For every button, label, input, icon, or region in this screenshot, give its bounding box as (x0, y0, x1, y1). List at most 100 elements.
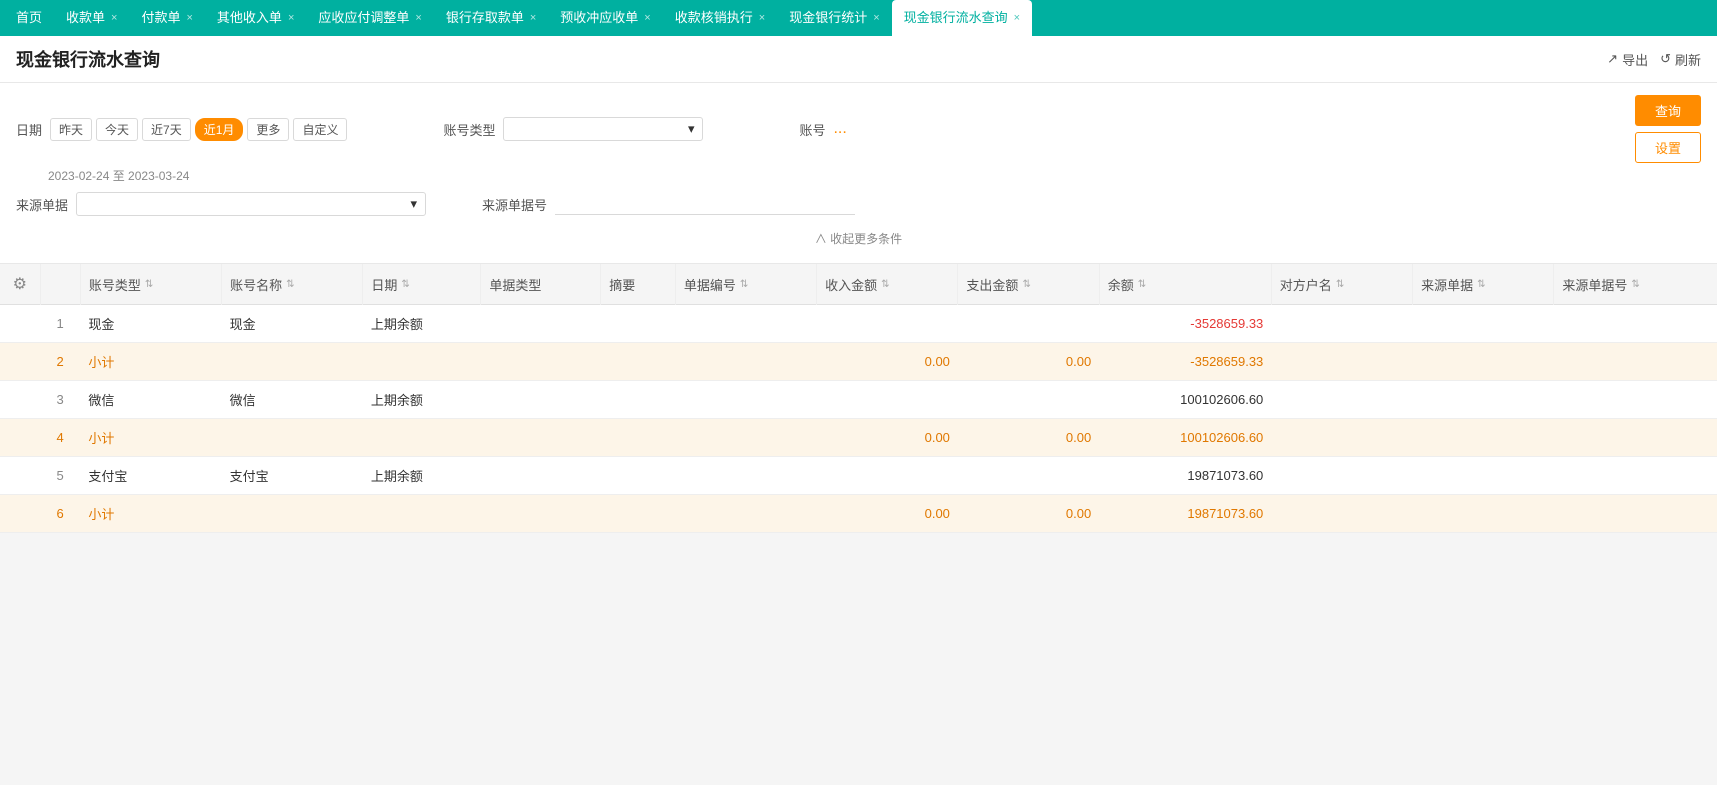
cell-source-doc (1413, 495, 1554, 533)
source-doc-label: 来源单据 (16, 195, 68, 214)
cell-doc-type (481, 305, 601, 343)
col-source-doc[interactable]: 来源单据⇅ (1413, 264, 1554, 305)
cell-doc-no (675, 343, 816, 381)
cell-income: 0.00 (817, 343, 958, 381)
col-date[interactable]: 日期⇅ (363, 264, 481, 305)
table-row[interactable]: 4 小计 0.00 0.00 100102606.60 (0, 419, 1717, 457)
cell-date (363, 495, 481, 533)
source-doc-select[interactable]: ▾ (76, 192, 426, 216)
main-table: ⚙ 账号类型⇅ 账号名称⇅ 日期⇅ 单据类型 摘要 (0, 264, 1717, 533)
cell-income (817, 305, 958, 343)
cell-source-doc (1413, 381, 1554, 419)
account-ellipsis-button[interactable]: ... (833, 120, 846, 138)
table-settings-icon[interactable]: ⚙ (13, 276, 27, 293)
cell-doc-type (481, 419, 601, 457)
col-num (40, 264, 80, 305)
nav-close-icon[interactable]: × (873, 0, 879, 36)
cell-date: 上期余额 (363, 457, 481, 495)
cell-empty (0, 495, 40, 533)
nav-yingshouyingfu[interactable]: 应收应付调整单 × (306, 0, 433, 36)
col-account-type[interactable]: 账号类型⇅ (80, 264, 221, 305)
cell-account-name: 支付宝 (222, 457, 363, 495)
nav-label: 应收应付调整单 (318, 0, 409, 36)
table-row[interactable]: 6 小计 0.00 0.00 19871073.60 (0, 495, 1717, 533)
nav-xianjinyinhang-tongji[interactable]: 现金银行统计 × (777, 0, 891, 36)
col-expense[interactable]: 支出金额⇅ (958, 264, 1099, 305)
cell-source-doc (1413, 305, 1554, 343)
col-counterparty[interactable]: 对方户名⇅ (1271, 264, 1412, 305)
cell-counterparty (1271, 419, 1412, 457)
cell-empty (0, 457, 40, 495)
cell-balance: 19871073.60 (1099, 457, 1271, 495)
nav-home[interactable]: 首页 (4, 0, 54, 36)
sort-icon: ⇅ (1477, 279, 1485, 290)
table-row[interactable]: 2 小计 0.00 0.00 -3528659.33 (0, 343, 1717, 381)
cell-source-doc-no (1554, 419, 1717, 457)
nav-close-icon[interactable]: × (186, 0, 192, 36)
cell-source-doc (1413, 343, 1554, 381)
cell-num: 5 (40, 457, 80, 495)
nav-close-icon[interactable]: × (111, 0, 117, 36)
page-header: 现金银行流水查询 ↗ 导出 ↺ 刷新 (0, 36, 1717, 83)
col-income[interactable]: 收入金额⇅ (817, 264, 958, 305)
date-btn-yesterday[interactable]: 昨天 (50, 118, 92, 141)
col-doc-no[interactable]: 单据编号⇅ (675, 264, 816, 305)
cell-doc-no (675, 305, 816, 343)
table-row[interactable]: 3 微信 微信 上期余额 100102606.60 (0, 381, 1717, 419)
cell-account-type: 支付宝 (80, 457, 221, 495)
cell-account-type: 微信 (80, 381, 221, 419)
cell-expense (958, 305, 1099, 343)
settings-button[interactable]: 设置 (1635, 132, 1701, 163)
cell-account-name (222, 419, 363, 457)
source-doc-no-input[interactable] (555, 193, 855, 215)
nav-close-icon[interactable]: × (759, 0, 765, 36)
col-balance[interactable]: 余额⇅ (1099, 264, 1271, 305)
collapse-icon: ∧ (815, 232, 827, 246)
nav-close-icon[interactable]: × (644, 0, 650, 36)
sort-icon: ⇅ (1336, 279, 1344, 290)
nav-close-icon[interactable]: × (288, 0, 294, 36)
collapse-bar[interactable]: ∧ 收起更多条件 (16, 226, 1701, 251)
date-btn-more[interactable]: 更多 (247, 118, 289, 141)
nav-fukuandan[interactable]: 付款单 × (129, 0, 204, 36)
table-row[interactable]: 5 支付宝 支付宝 上期余额 19871073.60 (0, 457, 1717, 495)
cell-date: 上期余额 (363, 381, 481, 419)
cell-empty (0, 305, 40, 343)
date-btn-7days[interactable]: 近7天 (142, 118, 191, 141)
cell-num: 2 (40, 343, 80, 381)
query-button[interactable]: 查询 (1635, 95, 1701, 126)
col-source-doc-no[interactable]: 来源单据号⇅ (1554, 264, 1717, 305)
date-btn-today[interactable]: 今天 (96, 118, 138, 141)
cell-balance: -3528659.33 (1099, 343, 1271, 381)
nav-close-icon[interactable]: × (415, 0, 421, 36)
refresh-button[interactable]: ↺ 刷新 (1660, 50, 1701, 69)
nav-yushoudan[interactable]: 预收冲应收单 × (548, 0, 662, 36)
nav-shoukuandan[interactable]: 收款单 × (54, 0, 129, 36)
header-actions: ↗ 导出 ↺ 刷新 (1607, 50, 1701, 69)
sort-icon: ⇅ (1022, 279, 1030, 290)
account-type-select[interactable]: ▾ (503, 117, 703, 141)
cell-balance: 100102606.60 (1099, 381, 1271, 419)
nav-close-icon[interactable]: × (1014, 0, 1020, 36)
export-button[interactable]: ↗ 导出 (1607, 50, 1648, 69)
cell-doc-no (675, 457, 816, 495)
sort-icon: ⇅ (286, 279, 294, 290)
refresh-icon: ↺ (1660, 51, 1671, 67)
cell-income: 0.00 (817, 419, 958, 457)
col-account-name[interactable]: 账号名称⇅ (222, 264, 363, 305)
cell-empty (0, 419, 40, 457)
sort-icon: ⇅ (1138, 279, 1146, 290)
nav-xianjinyinhang-liushui[interactable]: 现金银行流水查询 × (892, 0, 1032, 36)
chevron-down-icon: ▾ (688, 121, 695, 137)
table-row[interactable]: 1 现金 现金 上期余额 -3528659.33 (0, 305, 1717, 343)
date-btn-custom[interactable]: 自定义 (293, 118, 347, 141)
nav-label: 收款单 (66, 0, 105, 36)
date-btn-1month[interactable]: 近1月 (195, 118, 244, 141)
nav-shoukuanhexiao[interactable]: 收款核销执行 × (663, 0, 777, 36)
nav-qitashourukudan[interactable]: 其他收入单 × (205, 0, 306, 36)
nav-yinhangcunqu[interactable]: 银行存取款单 × (434, 0, 548, 36)
cell-source-doc (1413, 457, 1554, 495)
nav-close-icon[interactable]: × (530, 0, 536, 36)
sort-icon: ⇅ (401, 279, 409, 290)
cell-doc-type (481, 343, 601, 381)
